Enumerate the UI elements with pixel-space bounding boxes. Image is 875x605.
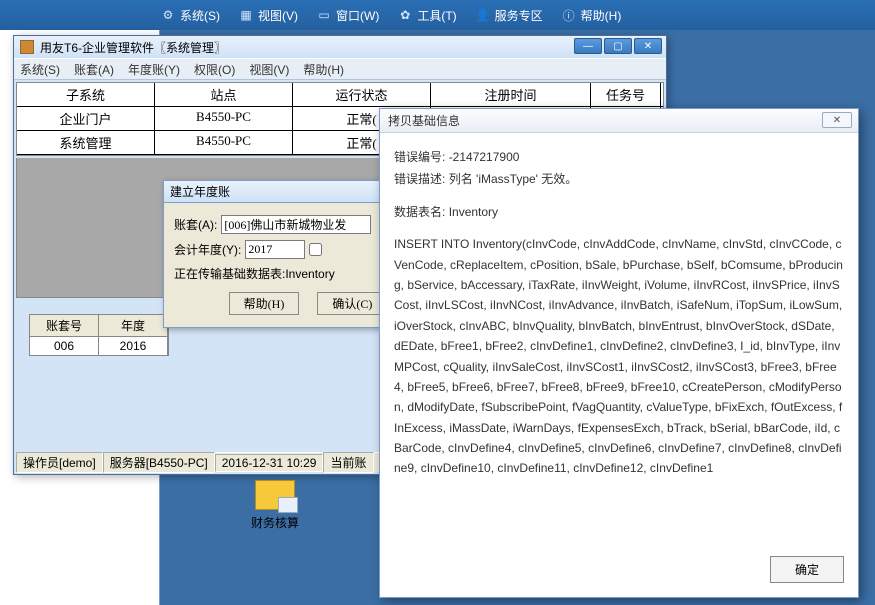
year-input[interactable] bbox=[245, 240, 305, 259]
col-state[interactable]: 运行状态 bbox=[293, 83, 431, 106]
window-icon: ▭ bbox=[316, 7, 332, 23]
close-button[interactable]: ✕ bbox=[822, 112, 852, 128]
app-icon bbox=[20, 40, 34, 54]
child-menubar: 系统(S) 账套(A) 年度账(Y) 权限(O) 视图(V) 帮助(H) bbox=[14, 58, 666, 80]
acct-input[interactable] bbox=[221, 215, 371, 234]
grid-icon: ▦ bbox=[238, 7, 254, 23]
grid-header: 子系统 站点 运行状态 注册时间 任务号 bbox=[17, 83, 663, 107]
menu-window[interactable]: ▭窗口(W) bbox=[316, 7, 379, 24]
table-label: 数据表名: bbox=[394, 205, 445, 219]
status-operator: 操作员[demo] bbox=[16, 452, 103, 473]
confirm-button[interactable]: 确认(C) bbox=[317, 292, 387, 315]
menu-service[interactable]: 👤服务专区 bbox=[475, 7, 543, 24]
col-regtime[interactable]: 注册时间 bbox=[431, 83, 591, 106]
menu-help[interactable]: ⓘ帮助(H) bbox=[561, 7, 622, 24]
account-table: 账套号 年度 006 2016 bbox=[29, 314, 169, 356]
desktop-icon-label: 财务核算 bbox=[235, 514, 315, 531]
year-checkbox[interactable] bbox=[309, 243, 322, 256]
acct-col-year[interactable]: 年度 bbox=[99, 315, 168, 336]
cmenu-auth[interactable]: 权限(O) bbox=[194, 61, 235, 78]
menu-view[interactable]: ▦视图(V) bbox=[238, 7, 298, 24]
cmenu-view[interactable]: 视图(V) bbox=[249, 61, 289, 78]
gear-icon: ⚙ bbox=[160, 7, 176, 23]
error-title: 拷贝基础信息 bbox=[388, 112, 460, 129]
tools-icon: ✿ bbox=[397, 7, 413, 23]
status-datetime: 2016-12-31 10:29 bbox=[215, 454, 324, 472]
desktop-icon-finance[interactable]: 财务核算 bbox=[235, 480, 315, 531]
cmenu-help[interactable]: 帮助(H) bbox=[303, 61, 344, 78]
cmenu-account[interactable]: 账套(A) bbox=[74, 61, 114, 78]
col-taskno[interactable]: 任务号 bbox=[591, 83, 661, 106]
sql-text: INSERT INTO Inventory(cInvCode, cInvAddC… bbox=[394, 234, 844, 479]
col-site[interactable]: 站点 bbox=[155, 83, 293, 106]
cmenu-year[interactable]: 年度账(Y) bbox=[128, 61, 180, 78]
err-code: -2147217900 bbox=[449, 150, 520, 164]
table-name: Inventory bbox=[449, 205, 498, 219]
maximize-button[interactable]: ▢ bbox=[604, 38, 632, 54]
acct-label: 账套(A): bbox=[174, 216, 217, 233]
status-server: 服务器[B4550-PC] bbox=[103, 452, 215, 473]
window-title: 用友T6-企业管理软件〖系统管理〗 bbox=[40, 39, 226, 56]
ok-button[interactable]: 确定 bbox=[770, 556, 844, 583]
cmenu-system[interactable]: 系统(S) bbox=[20, 61, 60, 78]
err-desc: 列名 'iMassType' 无效。 bbox=[449, 172, 578, 186]
acct-col-id[interactable]: 账套号 bbox=[30, 315, 99, 336]
error-titlebar[interactable]: 拷贝基础信息 ✕ bbox=[380, 109, 858, 133]
help-icon: ⓘ bbox=[561, 7, 577, 23]
status-current: 当前账 bbox=[323, 452, 373, 473]
window-titlebar[interactable]: 用友T6-企业管理软件〖系统管理〗 — ▢ ✕ bbox=[14, 36, 666, 58]
menu-system[interactable]: ⚙系统(S) bbox=[160, 7, 220, 24]
col-subsystem[interactable]: 子系统 bbox=[17, 83, 155, 106]
help-button[interactable]: 帮助(H) bbox=[229, 292, 300, 315]
user-icon: 👤 bbox=[475, 7, 491, 23]
year-label: 会计年度(Y): bbox=[174, 241, 241, 258]
main-menubar: ⚙系统(S) ▦视图(V) ▭窗口(W) ✿工具(T) 👤服务专区 ⓘ帮助(H) bbox=[0, 0, 875, 30]
minimize-button[interactable]: — bbox=[574, 38, 602, 54]
menu-tools[interactable]: ✿工具(T) bbox=[397, 7, 456, 24]
err-desc-label: 错误描述: bbox=[394, 172, 445, 186]
close-button[interactable]: ✕ bbox=[634, 38, 662, 54]
error-dialog: 拷贝基础信息 ✕ 错误编号: -2147217900 错误描述: 列名 'iMa… bbox=[379, 108, 859, 598]
finance-icon bbox=[255, 480, 295, 510]
err-code-label: 错误编号: bbox=[394, 150, 445, 164]
table-row[interactable]: 006 2016 bbox=[30, 337, 168, 355]
